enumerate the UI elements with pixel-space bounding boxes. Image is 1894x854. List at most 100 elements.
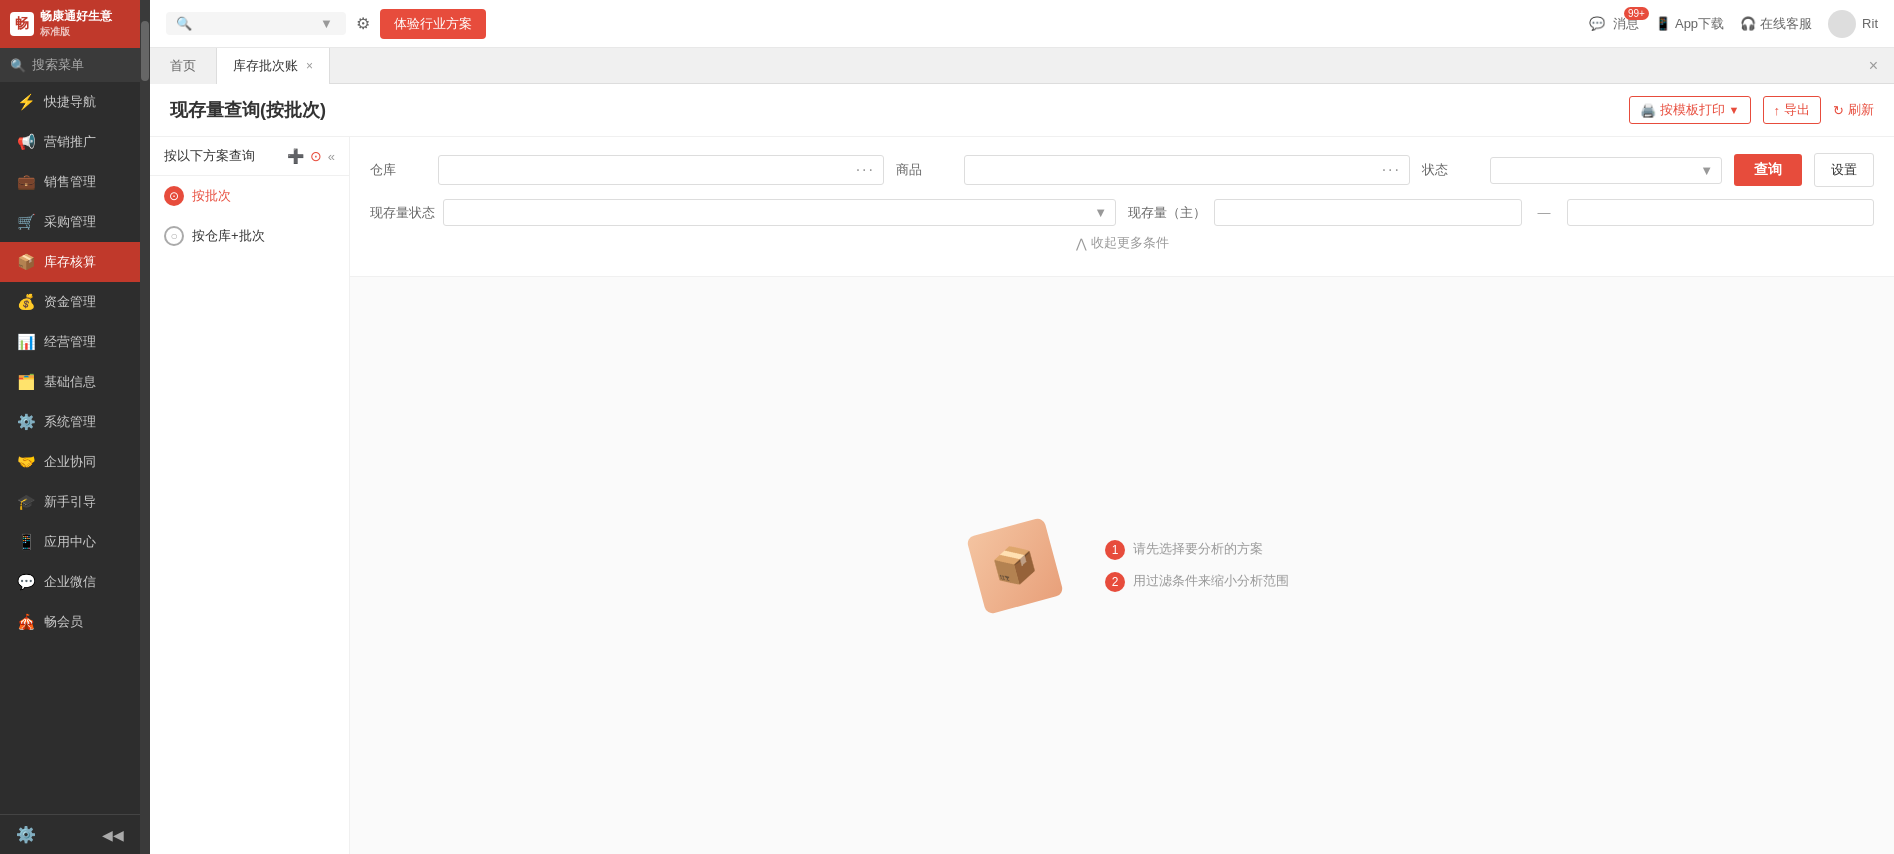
collapse-up-icon: ⋀ xyxy=(1076,236,1087,251)
sidebar-item-marketing[interactable]: 📢 营销推广 xyxy=(0,122,140,162)
sidebar-item-label: 应用中心 xyxy=(44,533,96,551)
sidebar-footer: ⚙️ ◀◀ xyxy=(0,814,140,854)
app-download-btn[interactable]: 📱 App下载 xyxy=(1655,15,1724,33)
sidebar-item-operations[interactable]: 📊 经营管理 xyxy=(0,322,140,362)
tab-close-button[interactable]: × xyxy=(306,48,313,84)
empty-tips: 1 请先选择要分析的方案 2 用过滤条件来缩小分析范围 xyxy=(1105,540,1289,592)
status-field: 状态 ▼ xyxy=(1422,157,1722,184)
sidebar-item-label: 畅会员 xyxy=(44,613,83,631)
topbar-dropdown-icon[interactable]: ▼ xyxy=(320,16,333,31)
sidebar-item-purchase[interactable]: 🛒 采购管理 xyxy=(0,202,140,242)
tab-label: 库存批次账 xyxy=(233,48,298,84)
collapse-sidebar-button[interactable]: ◀◀ xyxy=(102,827,124,843)
search-menu[interactable]: 🔍 搜索菜单 xyxy=(0,48,140,82)
sidebar-scrollbar-track[interactable] xyxy=(140,0,150,854)
goods-input-wrap[interactable]: ··· xyxy=(964,155,1410,185)
sidebar-item-shortcuts[interactable]: ⚡ 快捷导航 xyxy=(0,82,140,122)
warehouse-field: 仓库 ··· xyxy=(370,155,884,185)
plan-item-batch[interactable]: ⊙ 按批次 xyxy=(150,176,349,216)
plan-item-warehouse-batch[interactable]: ○ 按仓库+批次 xyxy=(150,216,349,256)
qty-to-wrap[interactable] xyxy=(1567,199,1875,226)
left-panel-header: 按以下方案查询 ➕ ⊙ « xyxy=(150,137,349,176)
settings-button[interactable]: 设置 xyxy=(1814,153,1874,187)
sidebar-item-guide[interactable]: 🎓 新手引导 xyxy=(0,482,140,522)
topbar-search-area[interactable]: 🔍 ▼ xyxy=(166,12,346,35)
sidebar-item-apps[interactable]: 📱 应用中心 xyxy=(0,522,140,562)
status-select[interactable]: ▼ xyxy=(1490,157,1722,184)
qty-to-input[interactable] xyxy=(1576,205,1866,220)
experience-industry-button[interactable]: 体验行业方案 xyxy=(380,9,486,39)
messages-wrap[interactable]: 💬 99+ 消息 xyxy=(1589,15,1639,33)
add-plan-button[interactable]: ➕ xyxy=(287,148,304,164)
tab-home[interactable]: 首页 xyxy=(150,48,217,84)
purchase-icon: 🛒 xyxy=(16,213,36,231)
plan-icon-outline: ○ xyxy=(164,226,184,246)
settings-plan-button[interactable]: ⊙ xyxy=(310,148,322,164)
user-menu[interactable]: Rit xyxy=(1828,10,1878,38)
sidebar-item-label: 经营管理 xyxy=(44,333,96,351)
sidebar-item-system[interactable]: ⚙️ 系统管理 xyxy=(0,402,140,442)
sidebar-header: 畅 畅康通好生意 标准版 xyxy=(0,0,140,48)
topbar-gear-button[interactable]: ⚙ xyxy=(356,14,370,33)
query-button[interactable]: 查询 xyxy=(1734,154,1802,186)
sidebar-item-label: 快捷导航 xyxy=(44,93,96,111)
plan-label: 按仓库+批次 xyxy=(192,227,265,245)
sidebar-item-label: 营销推广 xyxy=(44,133,96,151)
goods-input[interactable] xyxy=(973,163,1382,178)
inventory-status-label: 现存量状态 xyxy=(370,204,435,222)
template-dropdown-icon[interactable]: ▼ xyxy=(1729,104,1740,116)
collapse-more-label: 收起更多条件 xyxy=(1091,234,1169,252)
sidebar-item-wechat[interactable]: 💬 企业微信 xyxy=(0,562,140,602)
collapse-more-button[interactable]: ⋀ 收起更多条件 xyxy=(370,226,1874,260)
goods-dots[interactable]: ··· xyxy=(1382,161,1401,179)
phone-icon: 📱 xyxy=(1655,16,1671,31)
plan-icon-active: ⊙ xyxy=(164,186,184,206)
sidebar-item-collab[interactable]: 🤝 企业协同 xyxy=(0,442,140,482)
app-download-label: App下载 xyxy=(1675,15,1724,33)
empty-illustration xyxy=(955,506,1075,626)
sidebar-item-label: 系统管理 xyxy=(44,413,96,431)
sidebar-nav: ⚡ 快捷导航 📢 营销推广 💼 销售管理 🛒 采购管理 📦 库存核算 💰 资金管… xyxy=(0,82,140,814)
left-panel: 按以下方案查询 ➕ ⊙ « ⊙ 按批次 ○ 按仓库+批次 xyxy=(150,137,350,854)
sidebar-item-member[interactable]: 🎪 畅会员 xyxy=(0,602,140,642)
status-dropdown-arrow: ▼ xyxy=(1700,163,1713,178)
warehouse-input-wrap[interactable]: ··· xyxy=(438,155,884,185)
messages-badge: 99+ xyxy=(1624,7,1649,20)
sales-icon: 💼 xyxy=(16,173,36,191)
qty-from-input[interactable] xyxy=(1223,205,1513,220)
tab-close-right-button[interactable]: × xyxy=(1853,48,1894,84)
app-logo: 畅 xyxy=(10,12,34,36)
tab-inventory-batch[interactable]: 库存批次账 × xyxy=(217,48,330,84)
sidebar-item-finance[interactable]: 💰 资金管理 xyxy=(0,282,140,322)
sidebar-item-basic[interactable]: 🗂️ 基础信息 xyxy=(0,362,140,402)
qty-from-wrap[interactable] xyxy=(1214,199,1522,226)
member-icon: 🎪 xyxy=(16,613,36,631)
warehouse-dots[interactable]: ··· xyxy=(856,161,875,179)
qty-dash: — xyxy=(1538,205,1551,220)
empty-tip-2: 2 用过滤条件来缩小分析范围 xyxy=(1105,572,1289,592)
warehouse-input[interactable] xyxy=(447,163,856,178)
collapse-left-panel-button[interactable]: « xyxy=(328,149,335,164)
search-row-2: 现存量状态 ▼ 现存量（主） — xyxy=(370,199,1874,226)
edition-label: 标准版 xyxy=(40,25,112,39)
online-service-label: 在线客服 xyxy=(1760,15,1812,33)
export-button[interactable]: ↑ 导出 xyxy=(1763,96,1822,124)
inventory-status-arrow: ▼ xyxy=(1094,205,1107,220)
sidebar-item-inventory[interactable]: 📦 库存核算 xyxy=(0,242,140,282)
topbar-search-input[interactable] xyxy=(196,16,316,31)
inventory-status-select[interactable]: ▼ xyxy=(443,199,1116,226)
message-icon: 💬 xyxy=(1589,16,1605,31)
online-service-btn[interactable]: 🎧 在线客服 xyxy=(1740,15,1812,33)
search-menu-label: 搜索菜单 xyxy=(32,56,84,74)
page-title: 现存量查询(按批次) xyxy=(170,98,326,122)
settings-button[interactable]: ⚙️ xyxy=(16,825,36,844)
shortcuts-icon: ⚡ xyxy=(16,93,36,111)
template-print-button[interactable]: 🖨️ 按模板打印 ▼ xyxy=(1629,96,1751,124)
sidebar-item-sales[interactable]: 💼 销售管理 xyxy=(0,162,140,202)
sidebar-scrollbar-thumb[interactable] xyxy=(141,21,149,81)
refresh-button[interactable]: ↻ 刷新 xyxy=(1833,101,1874,119)
search-icon: 🔍 xyxy=(10,58,26,73)
qty-label: 现存量（主） xyxy=(1128,204,1206,222)
left-panel-actions: ➕ ⊙ « xyxy=(287,148,335,164)
inventory-icon: 📦 xyxy=(16,253,36,271)
